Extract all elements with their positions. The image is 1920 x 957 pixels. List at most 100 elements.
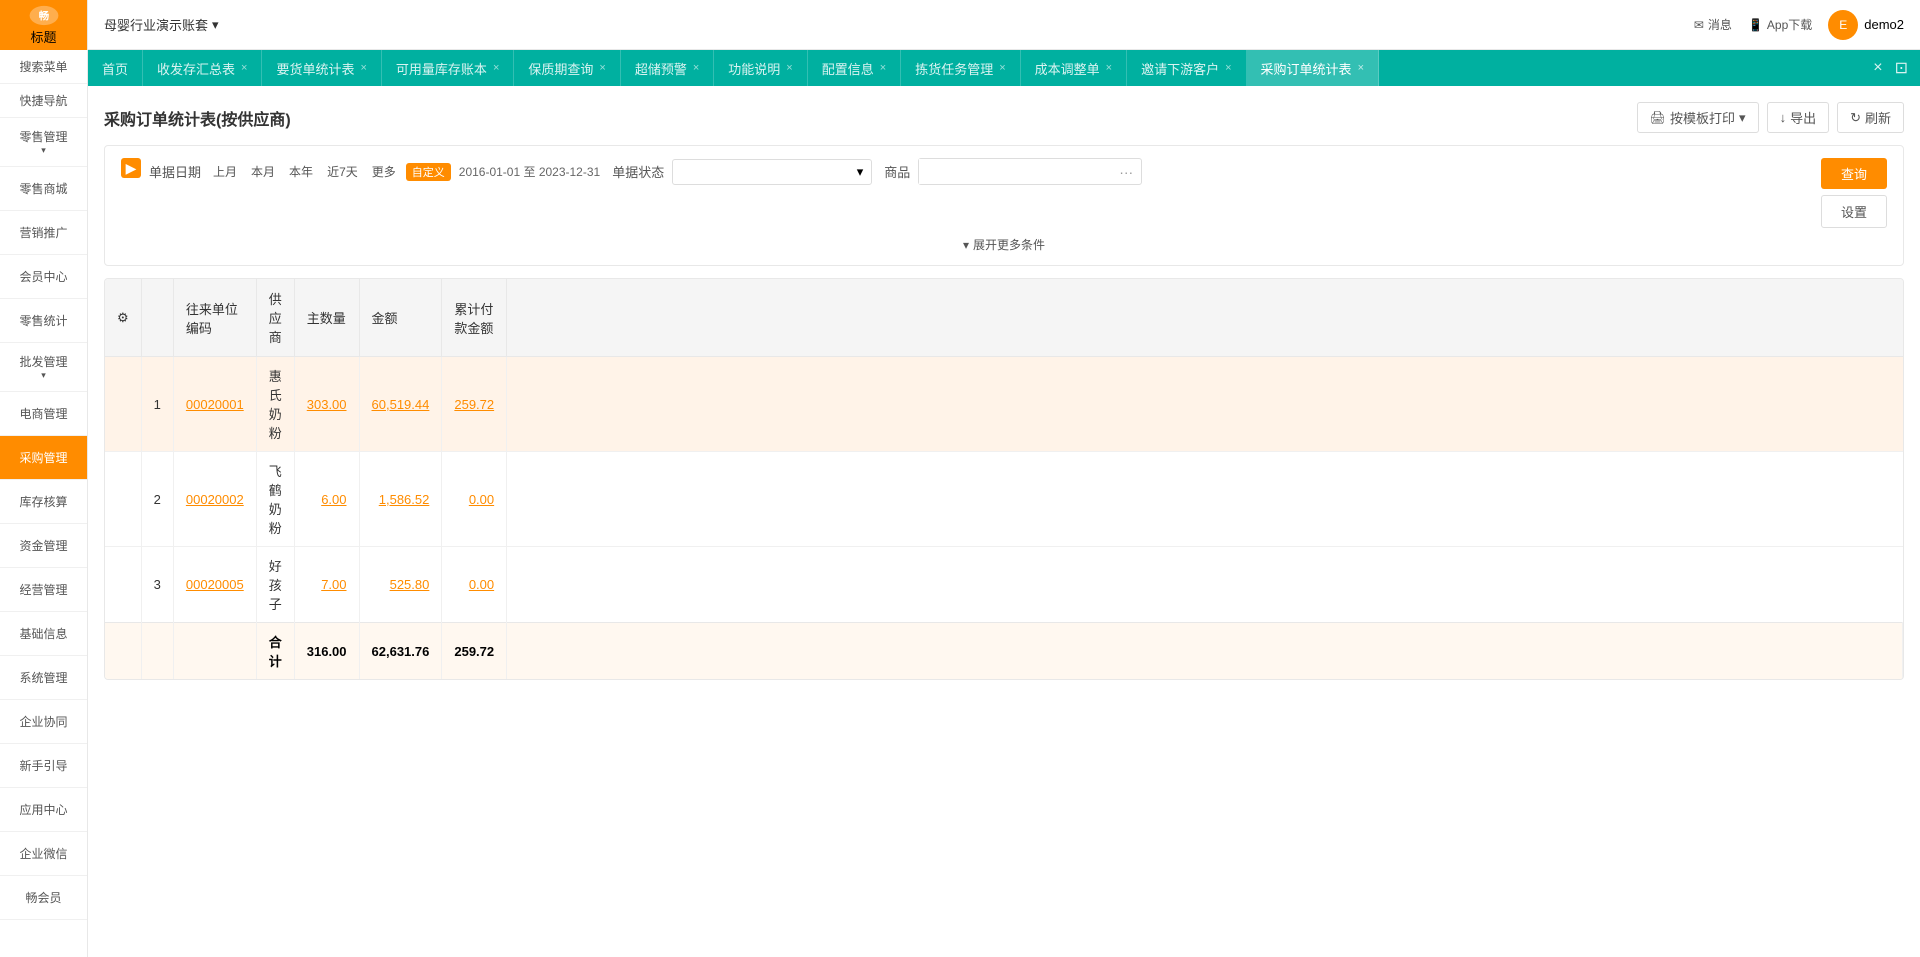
th-paid: 累计付款金额 [442,279,507,357]
nav-tab-4[interactable]: 保质期查询 × [514,50,620,86]
sidebar-item-应用中心[interactable]: 应用中心 [0,788,87,832]
sidebar-item-会员中心[interactable]: 会员中心 [0,255,87,299]
message-btn[interactable]: ✉ 消息 [1694,16,1732,33]
table-row: 2 00020002 飞鹤奶粉 6.00 1,586.52 0.00 [105,452,1903,547]
table-footer-row: 合计 316.00 62,631.76 259.72 [105,623,1903,680]
td-paid-0[interactable]: 259.72 [442,357,507,452]
expand-icon: ▾ [963,238,969,252]
nav-tab-close-5[interactable]: × [693,62,699,74]
sidebar-item-批发管理[interactable]: 批发管理 ▾ [0,343,87,392]
shortcut-this-month[interactable]: 本月 [247,161,279,182]
close-all-tabs-btn[interactable]: × [1869,57,1886,79]
sidebar-item-资金管理[interactable]: 资金管理 [0,524,87,568]
nav-tab-close-1[interactable]: × [241,62,247,74]
sidebar-item-基础信息[interactable]: 基础信息 [0,612,87,656]
app-download-btn[interactable]: 📱 App下载 [1748,16,1812,33]
nav-tab-close-8[interactable]: × [999,62,1005,74]
sidebar-item-系统管理[interactable]: 系统管理 [0,656,87,700]
td-quantity-2[interactable]: 7.00 [294,547,359,623]
goods-input[interactable] [919,159,1111,184]
main-area: 母婴行业演示账套 ▾ ✉ 消息 📱 App下载 E demo2 首页收发存汇总表… [88,0,1920,957]
nav-tab-0[interactable]: 首页 [88,50,143,86]
custom-date-badge[interactable]: 自定义 [406,163,451,181]
td-quantity-0[interactable]: 303.00 [294,357,359,452]
app-logo: 畅 标题 [0,0,87,50]
template-print-button[interactable]: 🖨 按模板打印 ▾ [1637,102,1759,133]
sidebar-item-零售管理[interactable]: 零售管理 ▾ [0,118,87,167]
nav-tab-3[interactable]: 可用量库存账本 × [382,50,514,86]
td-quantity-1[interactable]: 6.00 [294,452,359,547]
query-button[interactable]: 查询 [1821,158,1887,189]
status-select[interactable]: ▾ [672,159,872,185]
table-body: 1 00020001 惠氏奶粉 303.00 60,519.44 259.72 … [105,357,1903,623]
nav-tab-2[interactable]: 要货单统计表 × [262,50,381,86]
nav-tab-label-3: 可用量库存账本 [396,59,487,78]
sidebar-item-企业微信[interactable]: 企业微信 [0,832,87,876]
sidebar-item-畅会员[interactable]: 畅会员 [0,876,87,920]
sidebar-item-新手引导[interactable]: 新手引导 [0,744,87,788]
expand-more-btn[interactable]: ▾ 展开更多条件 [963,236,1045,253]
nav-tab-close-3[interactable]: × [493,62,499,74]
nav-tab-close-11[interactable]: × [1358,62,1364,74]
td-supplier-code-2[interactable]: 00020005 [173,547,256,623]
nav-tab-1[interactable]: 收发存汇总表 × [143,50,262,86]
refresh-button[interactable]: ↻ 刷新 [1837,102,1904,133]
td-paid-1[interactable]: 0.00 [442,452,507,547]
sidebar-search[interactable]: 搜索菜单 [0,50,87,84]
td-supplier-code-0[interactable]: 00020001 [173,357,256,452]
nav-tab-close-10[interactable]: × [1225,62,1231,74]
nav-tab-close-4[interactable]: × [599,62,605,74]
tfoot-label [173,623,256,680]
shortcut-last-month[interactable]: 上月 [209,161,241,182]
sidebar-item-营销推广[interactable]: 营销推广 [0,211,87,255]
goods-filter-group: 商品 ··· [884,158,1142,185]
nav-tab-label-10: 邀请下游客户 [1141,59,1219,78]
avatar-initials: E [1839,18,1847,32]
td-supplier-code-1[interactable]: 00020002 [173,452,256,547]
sidebar-item-企业协同[interactable]: 企业协同 [0,700,87,744]
nav-tab-5[interactable]: 超储预警 × [621,50,714,86]
nav-tab-8[interactable]: 拣货任务管理 × [901,50,1020,86]
td-index-2: 3 [141,547,173,623]
avatar: E [1828,10,1858,40]
td-amount-0[interactable]: 60,519.44 [359,357,442,452]
sidebar-item-零售商城[interactable]: 零售商城 [0,167,87,211]
shortcut-more[interactable]: 更多 [368,161,400,182]
date-filter-label: 单据日期 [149,162,201,181]
nav-tab-close-9[interactable]: × [1106,62,1112,74]
nav-tab-close-2[interactable]: × [360,62,366,74]
nav-tab-label-8: 拣货任务管理 [915,59,993,78]
user-menu[interactable]: E demo2 [1828,10,1904,40]
td-paid-2[interactable]: 0.00 [442,547,507,623]
nav-tab-11[interactable]: 采购订单统计表 × [1247,50,1379,86]
expand-tabs-btn[interactable]: ⊡ [1891,56,1912,80]
nav-tab-9[interactable]: 成本调整单 × [1021,50,1127,86]
sidebar-quicknav[interactable]: 快捷导航 [0,84,87,118]
export-button[interactable]: ↓ 导出 [1767,102,1830,133]
goods-input-dots[interactable]: ··· [1111,160,1141,184]
sidebar-item-采购管理[interactable]: 采购管理 [0,436,87,480]
logo-icon: 畅 [28,4,60,27]
settings-button[interactable]: 设置 [1821,195,1887,228]
sidebar-item-库存核算[interactable]: 库存核算 [0,480,87,524]
nav-tab-close-7[interactable]: × [880,62,886,74]
tfoot-quantity: 316.00 [294,623,359,680]
td-amount-1[interactable]: 1,586.52 [359,452,442,547]
table-footer: 合计 316.00 62,631.76 259.72 [105,623,1903,680]
nav-tab-7[interactable]: 配置信息 × [808,50,901,86]
workspace-selector[interactable]: 母婴行业演示账套 ▾ [104,15,219,34]
sidebar-sub-arrow: ▾ [41,145,46,156]
status-filter-label: 单据状态 [612,162,664,181]
nav-tab-6[interactable]: 功能说明 × [714,50,807,86]
sidebar-item-电商管理[interactable]: 电商管理 [0,392,87,436]
nav-tab-close-6[interactable]: × [786,62,792,74]
filter-toggle-btn[interactable]: ▶ [121,158,141,178]
nav-tab-10[interactable]: 邀请下游客户 × [1127,50,1246,86]
th-quantity: 主数量 [294,279,359,357]
shortcut-7days[interactable]: 近7天 [323,161,362,182]
sidebar-item-经营管理[interactable]: 经营管理 [0,568,87,612]
sidebar-item-零售统计[interactable]: 零售统计 [0,299,87,343]
td-amount-2[interactable]: 525.80 [359,547,442,623]
nav-tab-label-11: 采购订单统计表 [1261,59,1352,78]
shortcut-this-year[interactable]: 本年 [285,161,317,182]
